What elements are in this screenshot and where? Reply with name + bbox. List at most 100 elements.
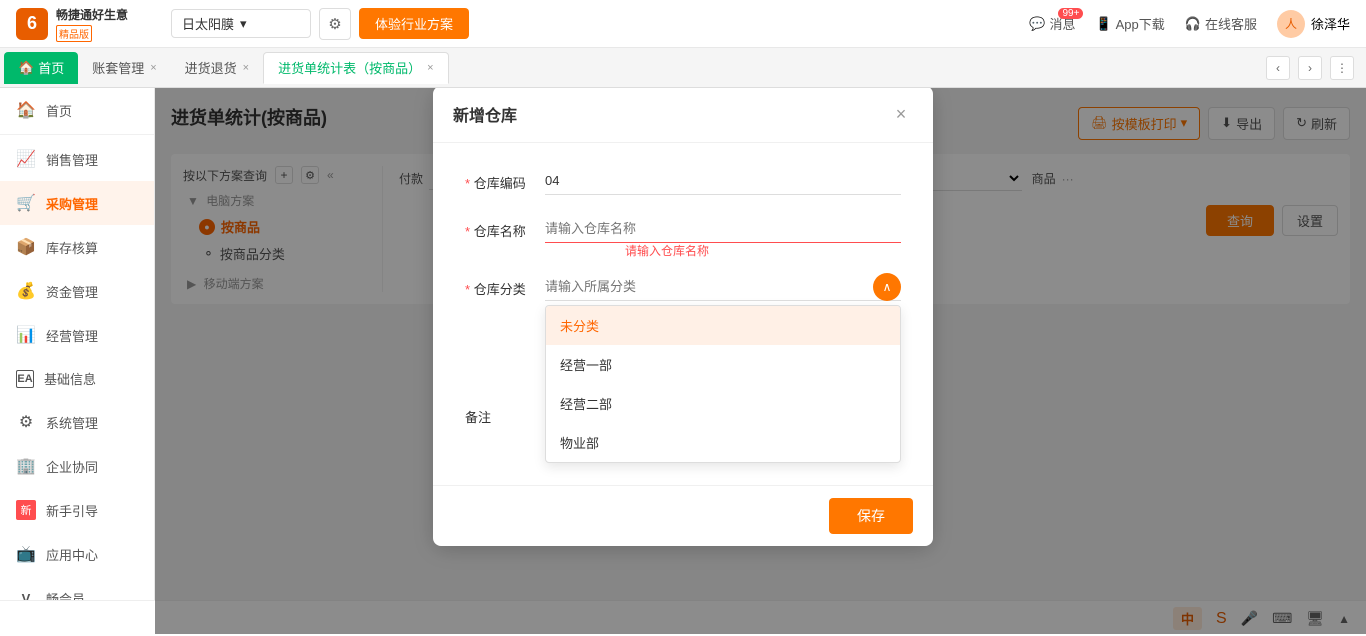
- category-label: * 仓库分类: [465, 273, 545, 298]
- name-input[interactable]: [545, 215, 901, 243]
- sidebar-item-system[interactable]: ⚙ 系统管理: [0, 400, 154, 444]
- sidebar-item-basic-info[interactable]: EA 基础信息: [0, 357, 154, 400]
- code-input[interactable]: [545, 167, 901, 195]
- app-download-button[interactable]: 📱 App下载: [1095, 14, 1164, 33]
- headset-icon: 🎧: [1185, 16, 1201, 32]
- gear-button[interactable]: ⚙: [319, 8, 351, 40]
- tab-purchase-stat-close[interactable]: ×: [427, 62, 433, 74]
- tab-purchase-stat[interactable]: 进货单统计表（按商品） ×: [263, 52, 448, 84]
- form-row-code: * 仓库编码: [465, 167, 901, 195]
- modal-body: * 仓库编码 * 仓库名称 请输入仓库名称: [433, 143, 933, 485]
- purchase-icon: 🛒: [16, 193, 36, 213]
- modal-close-button[interactable]: ×: [889, 102, 913, 126]
- user-area[interactable]: 人 徐泽华: [1277, 10, 1350, 38]
- name-label-text: 仓库名称: [474, 224, 526, 239]
- code-label: * 仓库编码: [465, 167, 545, 192]
- enterprise-icon: 🏢: [16, 456, 36, 476]
- gear-icon: ⚙: [328, 15, 341, 33]
- name-label: * 仓库名称: [465, 215, 545, 240]
- required-star: *: [465, 176, 470, 191]
- sidebar-item-operation[interactable]: 📊 经营管理: [0, 313, 154, 357]
- sidebar-item-enterprise[interactable]: 🏢 企业协同: [0, 444, 154, 488]
- sales-icon: 📈: [16, 149, 36, 169]
- sidebar-item-guide[interactable]: 新 新手引导: [0, 488, 154, 532]
- operation-icon: 📊: [16, 325, 36, 345]
- dropdown-option-dept1[interactable]: 经营一部: [546, 345, 900, 384]
- modal-header: 新增仓库 ×: [433, 88, 933, 143]
- tab-right-arrow[interactable]: ›: [1298, 56, 1322, 80]
- tabbar: 🏠 首页 账套管理 × 进货退货 × 进货单统计表（按商品） × ‹ › ⋮: [0, 48, 1366, 88]
- dropdown-option-unclassified[interactable]: 未分类: [546, 306, 900, 345]
- sidebar-item-home[interactable]: 🏠 首页: [0, 88, 154, 132]
- sidebar-item-sales[interactable]: 📈 销售管理: [0, 137, 154, 181]
- save-button[interactable]: 保存: [829, 498, 913, 534]
- tab-home[interactable]: 🏠 首页: [4, 52, 78, 84]
- dropdown-option-dept2[interactable]: 经营二部: [546, 384, 900, 423]
- required-star-3: *: [465, 282, 470, 297]
- tab-purchase-return[interactable]: 进货退货 ×: [171, 52, 263, 84]
- chevron-down-icon: ▾: [240, 16, 247, 32]
- sidebar-item-app-center-label: 应用中心: [46, 545, 98, 564]
- guide-icon: 新: [16, 500, 36, 520]
- home-icon: 🏠: [18, 60, 34, 76]
- service-label: 在线客服: [1205, 14, 1257, 33]
- app-badge: 精品版: [56, 25, 92, 42]
- sidebar-item-app-center[interactable]: 📺 应用中心: [0, 532, 154, 576]
- store-name: 日太阳膜: [182, 14, 234, 33]
- tab-accounts-label: 账套管理: [92, 58, 144, 77]
- sidebar-item-enterprise-label: 企业协同: [46, 457, 98, 476]
- topbar-right: 💬 消息 99+ 📱 App下载 🎧 在线客服 人 徐泽华: [1029, 10, 1350, 38]
- form-row-name: * 仓库名称 请输入仓库名称: [465, 215, 901, 243]
- sidebar-item-sales-label: 销售管理: [46, 150, 98, 169]
- tab-left-arrow[interactable]: ‹: [1266, 56, 1290, 80]
- sidebar-item-guide-label: 新手引导: [46, 501, 98, 520]
- tab-accounts-close[interactable]: ×: [150, 62, 156, 74]
- store-selector[interactable]: 日太阳膜 ▾: [171, 9, 311, 38]
- tab-purchase-return-close[interactable]: ×: [243, 62, 249, 74]
- app-label: App下载: [1116, 14, 1165, 33]
- dropdown-option-property[interactable]: 物业部: [546, 423, 900, 462]
- remark-label-text: 备注: [465, 410, 491, 425]
- app-center-icon: 📺: [16, 544, 36, 564]
- modal-footer: 保存: [433, 485, 933, 546]
- sidebar: 🏠 首页 📈 销售管理 🛒 采购管理 📦 库存核算 💰 资金管理 📊 经营管理 …: [0, 88, 155, 636]
- category-label-text: 仓库分类: [474, 282, 526, 297]
- inventory-icon: 📦: [16, 237, 36, 257]
- logo-area: 6 畅捷通好生意 精品版: [16, 6, 171, 42]
- main-layout: 🏠 首页 📈 销售管理 🛒 采购管理 📦 库存核算 💰 资金管理 📊 经营管理 …: [0, 88, 1366, 636]
- message-button[interactable]: 💬 消息 99+: [1029, 14, 1075, 33]
- sidebar-item-operation-label: 经营管理: [46, 326, 98, 345]
- trial-button[interactable]: 体验行业方案: [359, 8, 469, 39]
- tab-home-label: 首页: [38, 58, 64, 77]
- username: 徐泽华: [1311, 14, 1350, 33]
- finance-icon: 💰: [16, 281, 36, 301]
- message-badge: 99+: [1058, 8, 1083, 19]
- avatar: 人: [1277, 10, 1305, 38]
- sidebar-item-inventory-label: 库存核算: [46, 238, 98, 257]
- topbar-center: 日太阳膜 ▾ ⚙ 体验行业方案: [171, 8, 1029, 40]
- tab-purchase-return-label: 进货退货: [185, 58, 237, 77]
- form-row-category: * 仓库分类 ∧ 未分类 经营一部 经营二部 物业部: [465, 273, 901, 301]
- required-star-2: *: [465, 224, 470, 239]
- sidebar-item-system-label: 系统管理: [46, 413, 98, 432]
- sidebar-item-inventory[interactable]: 📦 库存核算: [0, 225, 154, 269]
- name-field-wrap: 请输入仓库名称: [545, 215, 901, 243]
- sidebar-item-purchase[interactable]: 🛒 采购管理: [0, 181, 154, 225]
- category-input[interactable]: [545, 273, 901, 301]
- logo-icon: 6: [16, 8, 48, 40]
- code-label-text: 仓库编码: [474, 176, 526, 191]
- sidebar-item-finance-label: 资金管理: [46, 282, 98, 301]
- topbar: 6 畅捷通好生意 精品版 日太阳膜 ▾ ⚙ 体验行业方案 💬 消息 99+ 📱 …: [0, 0, 1366, 48]
- category-toggle-button[interactable]: ∧: [873, 273, 901, 301]
- modal-title: 新增仓库: [453, 102, 517, 126]
- sidebar-item-purchase-label: 采购管理: [46, 194, 98, 213]
- tab-menu-arrow[interactable]: ⋮: [1330, 56, 1354, 80]
- sidebar-item-finance[interactable]: 💰 资金管理: [0, 269, 154, 313]
- service-button[interactable]: 🎧 在线客服: [1185, 14, 1257, 33]
- tab-purchase-stat-label: 进货单统计表（按商品）: [278, 58, 421, 77]
- tab-accounts[interactable]: 账套管理 ×: [78, 52, 170, 84]
- divider: [0, 134, 154, 135]
- basic-info-icon: EA: [16, 370, 34, 388]
- logo-text: 畅捷通好生意 精品版: [56, 6, 128, 42]
- category-select-wrap: ∧ 未分类 经营一部 经营二部 物业部: [545, 273, 901, 301]
